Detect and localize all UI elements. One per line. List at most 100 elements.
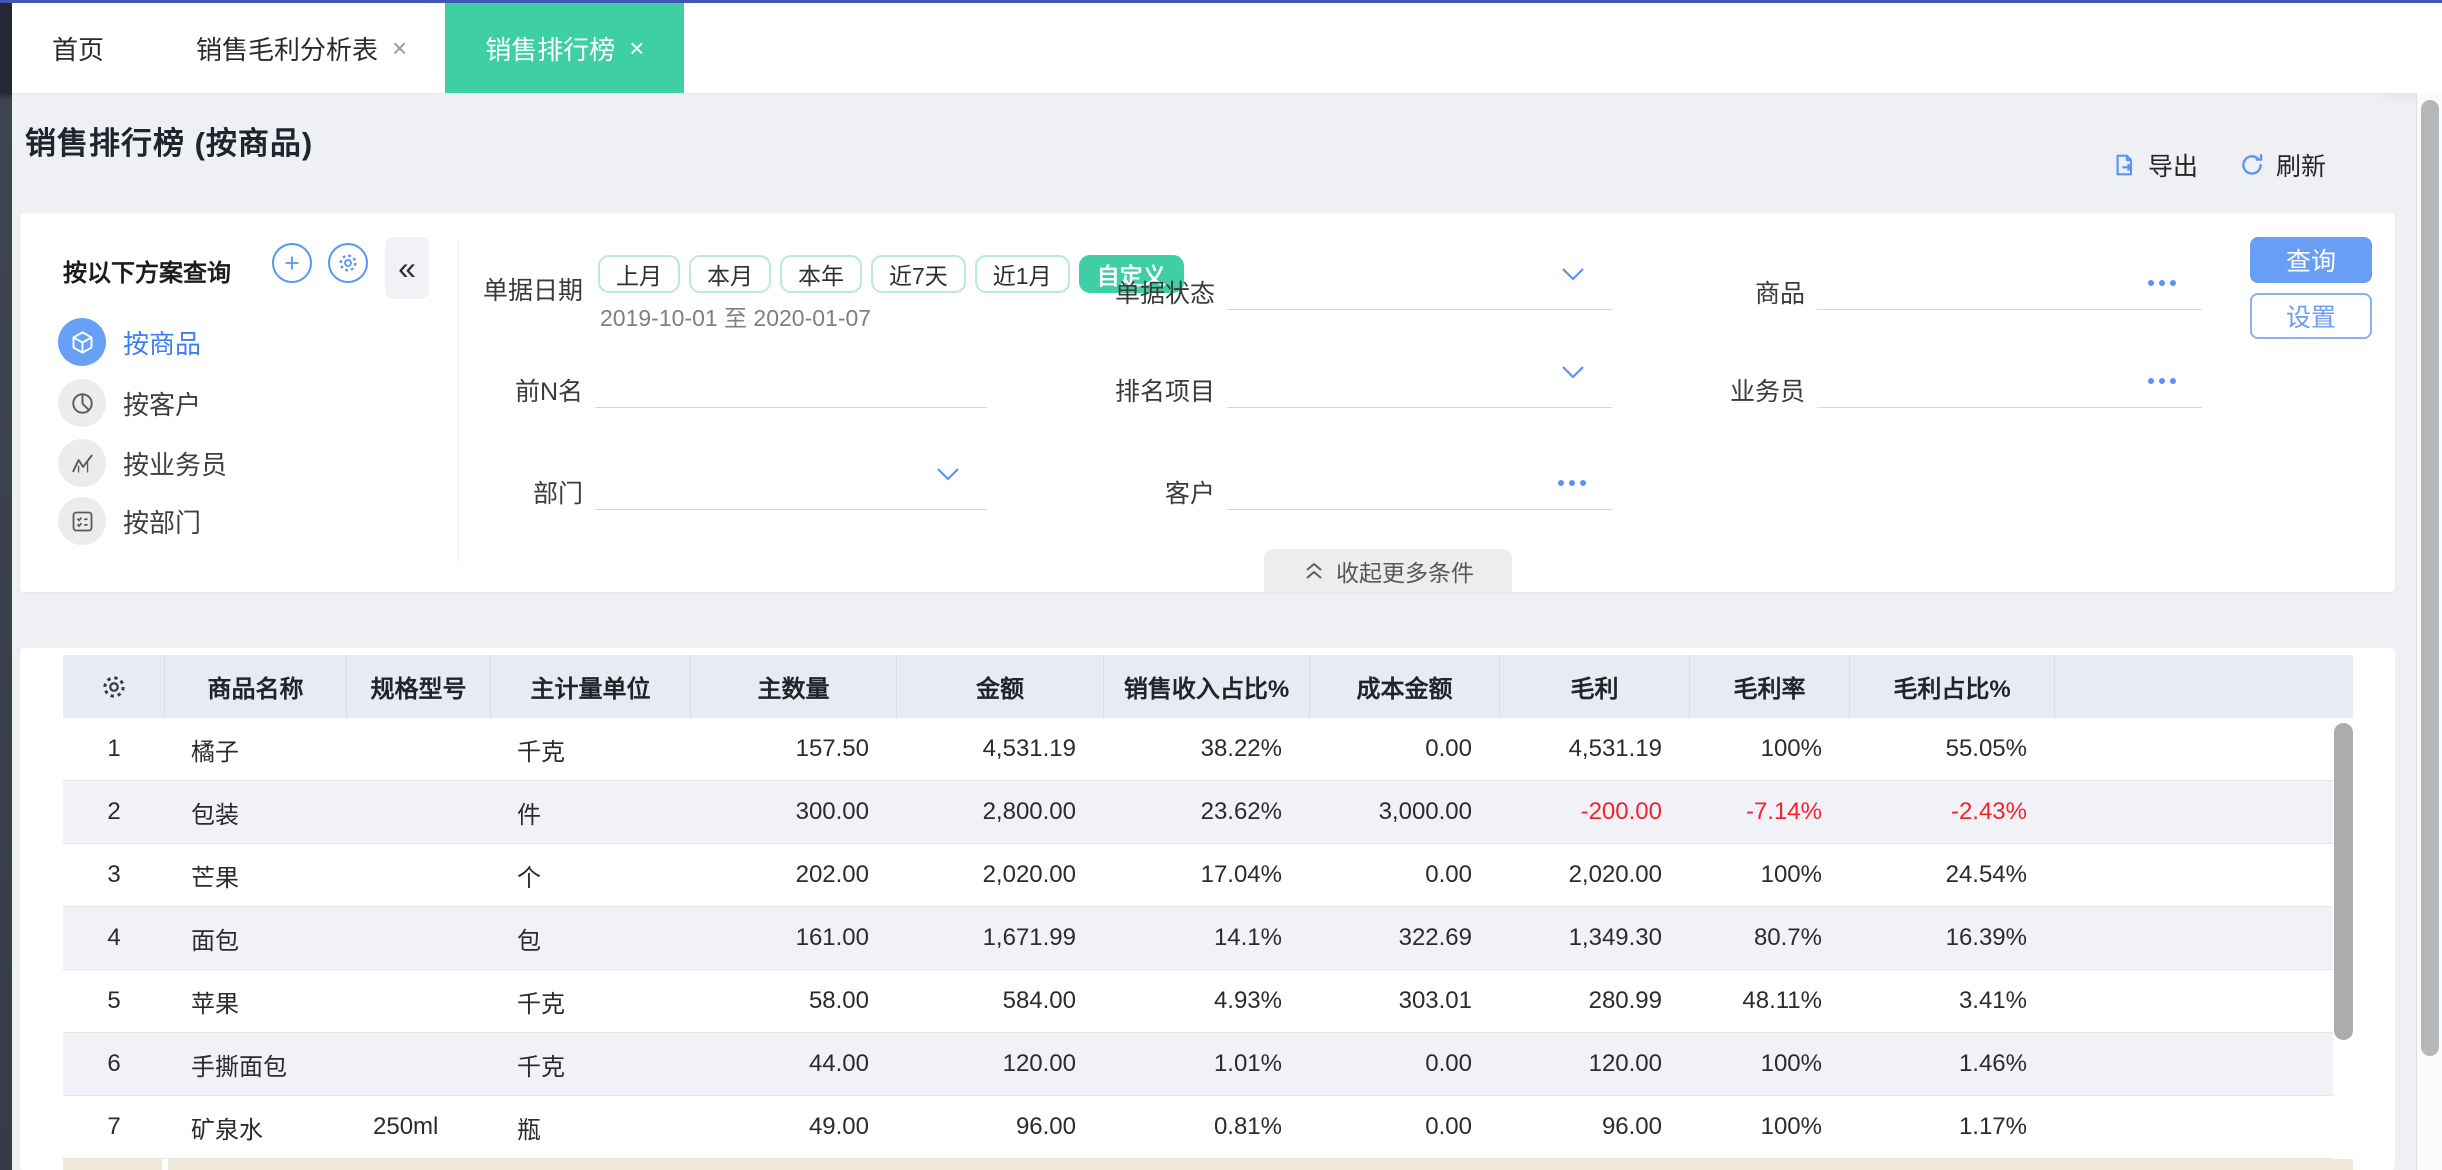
table-cell: 1.46% — [1958, 1050, 2027, 1077]
column-header-规格型号[interactable]: 规格型号 — [347, 655, 491, 718]
table-cell: 157.50 — [795, 735, 869, 762]
date-pill-上月[interactable]: 上月 — [598, 255, 680, 293]
field-label: 客户 — [1164, 480, 1215, 508]
field-customer: 客户 — [1040, 458, 1612, 510]
table-cell: 0.00 — [1425, 861, 1472, 888]
column-header-销售收入占比%[interactable]: 销售收入占比% — [1104, 655, 1310, 718]
field-label: 商品 — [1754, 280, 1805, 308]
table-cell: 千克 — [517, 738, 565, 766]
tab-首页[interactable]: 首页 — [38, 3, 118, 93]
refresh-icon — [2238, 151, 2266, 179]
export-label: 导出 — [2148, 153, 2199, 181]
table-scrollbar-thumb[interactable] — [2334, 723, 2353, 1040]
tab-close-icon[interactable]: × — [392, 35, 407, 61]
ellipsis-icon[interactable] — [2148, 280, 2176, 286]
scheme-item-按客户[interactable]: 按客户 — [58, 379, 201, 427]
tab-bar: 首页 销售毛利分析表 × 销售排行榜 × — [12, 3, 2442, 94]
rank-cell: 5 — [107, 987, 121, 1014]
rank-cell: 3 — [107, 861, 121, 888]
refresh-button[interactable]: 刷新 — [2238, 147, 2326, 183]
scheme-item-按商品[interactable]: 按商品 — [58, 318, 201, 366]
table-cell: -2.43% — [1950, 798, 2027, 825]
scheme-item-按部门[interactable]: 按部门 — [58, 497, 201, 545]
column-header-主计量单位[interactable]: 主计量单位 — [491, 655, 691, 718]
table-cell: 苹果 — [191, 990, 239, 1018]
table-cell: 44.00 — [808, 1050, 869, 1077]
table-cell: 千克 — [517, 990, 565, 1018]
export-button[interactable]: 导出 — [2110, 147, 2198, 183]
page-scrollbar-track[interactable] — [2416, 93, 2442, 1170]
tab-销售排行榜[interactable]: 销售排行榜 × — [445, 3, 685, 93]
app-window: 首页 销售毛利分析表 × 销售排行榜 × × 销售排行榜 (按商品) 导出 刷新 按以下… — [0, 0, 2442, 1170]
chevron-down-icon — [1560, 364, 1586, 380]
add-scheme-button[interactable] — [272, 243, 312, 283]
table-row[interactable]: 6 手撕面包 千克 44.00 120.00 1.01% 0.00 120.00 100% 1.4… — [63, 1033, 2333, 1096]
field-label: 排名项目 — [1114, 378, 1215, 406]
table-row[interactable]: 5 苹果 千克 58.00 584.00 4.93% 303.01 280.99 48.11% 3… — [63, 970, 2333, 1033]
plus-icon — [281, 252, 303, 274]
ellipsis-icon[interactable] — [1558, 480, 1586, 486]
customer-lookup-input[interactable] — [1227, 458, 1612, 510]
table-cell: 手撕面包 — [191, 1053, 287, 1081]
cube-icon — [58, 318, 106, 366]
department-select[interactable] — [595, 458, 987, 510]
query-button[interactable]: 查询 — [2250, 237, 2372, 283]
column-header-成本金额[interactable]: 成本金额 — [1310, 655, 1500, 718]
table-body: 1 橘子 千克 157.50 4,531.19 38.22% 0.00 4,531.19 100… — [63, 718, 2333, 1159]
table-row[interactable]: 3 芒果 个 202.00 2,020.00 17.04% 0.00 2,020.00 100%… — [63, 844, 2333, 907]
column-header-商品名称[interactable]: 商品名称 — [165, 655, 347, 718]
field-label: 单据状态 — [1114, 280, 1215, 308]
table-cell: -7.14% — [1745, 798, 1822, 825]
table-cell — [347, 781, 491, 843]
table-row[interactable]: 2 包装 件 300.00 2,800.00 23.62% 3,000.00 -200.00 -… — [63, 781, 2333, 844]
table-cell-filler — [2055, 1033, 2333, 1095]
ellipsis-icon[interactable] — [2148, 378, 2176, 384]
field-doc-status: 单据状态 — [1040, 258, 1612, 310]
table-cell: 面包 — [191, 927, 239, 955]
table-cell: 瓶 — [517, 1116, 541, 1144]
salesman-lookup-input[interactable] — [1817, 356, 2202, 408]
tab-strip: 首页 销售毛利分析表 × 销售排行榜 × — [12, 3, 2442, 93]
date-pill-本月[interactable]: 本月 — [689, 255, 771, 293]
table-cell: 16.39% — [1945, 924, 2027, 951]
date-pill-本年[interactable]: 本年 — [780, 255, 862, 293]
column-settings-gear-icon[interactable] — [63, 655, 165, 718]
collapsed-nav-strip[interactable] — [0, 0, 12, 1170]
top-n-input[interactable] — [595, 356, 987, 408]
table-cell-filler — [2055, 970, 2333, 1032]
refresh-label: 刷新 — [2276, 153, 2327, 181]
tab-close-icon[interactable]: × — [629, 35, 644, 61]
column-header-主数量[interactable]: 主数量 — [691, 655, 897, 718]
table-row[interactable]: 1 橘子 千克 157.50 4,531.19 38.22% 0.00 4,531.19 100… — [63, 718, 2333, 781]
scheme-settings-button[interactable] — [328, 243, 368, 283]
rank-item-select[interactable] — [1227, 356, 1612, 408]
column-header-金额[interactable]: 金额 — [897, 655, 1104, 718]
tab-销售毛利分析表[interactable]: 销售毛利分析表 × — [182, 3, 421, 93]
chevron-down-icon — [935, 466, 961, 482]
table-row[interactable]: 7 矿泉水 250ml 瓶 49.00 96.00 0.81% 0.00 96.00 100% 1.… — [63, 1096, 2333, 1159]
field-label: 业务员 — [1729, 378, 1805, 406]
date-pill-近7天[interactable]: 近7天 — [871, 255, 966, 293]
settings-button[interactable]: 设置 — [2250, 293, 2372, 339]
table-cell: 0.81% — [1213, 1113, 1282, 1140]
date-range-value[interactable]: 2019-10-01 至 2020-01-07 — [600, 299, 871, 333]
scheme-item-按业务员[interactable]: 按业务员 — [58, 439, 227, 487]
column-header-毛利[interactable]: 毛利 — [1500, 655, 1690, 718]
doc-status-select[interactable] — [1227, 258, 1612, 310]
column-header-毛利率[interactable]: 毛利率 — [1690, 655, 1850, 718]
column-header-毛利占比%[interactable]: 毛利占比% — [1850, 655, 2055, 718]
tab-label: 销售排行榜 — [485, 34, 616, 65]
table-cell: 1,349.30 — [1568, 924, 1662, 951]
product-lookup-input[interactable] — [1817, 258, 2202, 310]
page-scrollbar-thumb[interactable] — [2421, 100, 2439, 1056]
table-cell: 件 — [517, 801, 541, 829]
table-cell: 1.17% — [1958, 1113, 2027, 1140]
table-cell: 303.01 — [1398, 987, 1472, 1014]
collapse-more-filters-button[interactable]: 收起更多条件 — [1264, 549, 1512, 592]
table-cell: 2,020.00 — [1568, 861, 1662, 888]
table-cell-filler — [2055, 907, 2333, 969]
table-cell: 58.00 — [808, 987, 869, 1014]
field-label: 部门 — [532, 480, 583, 508]
field-salesman: 业务员 — [1685, 356, 2202, 408]
table-row[interactable]: 4 面包 包 161.00 1,671.99 14.1% 322.69 1,349.30 80.… — [63, 907, 2333, 970]
